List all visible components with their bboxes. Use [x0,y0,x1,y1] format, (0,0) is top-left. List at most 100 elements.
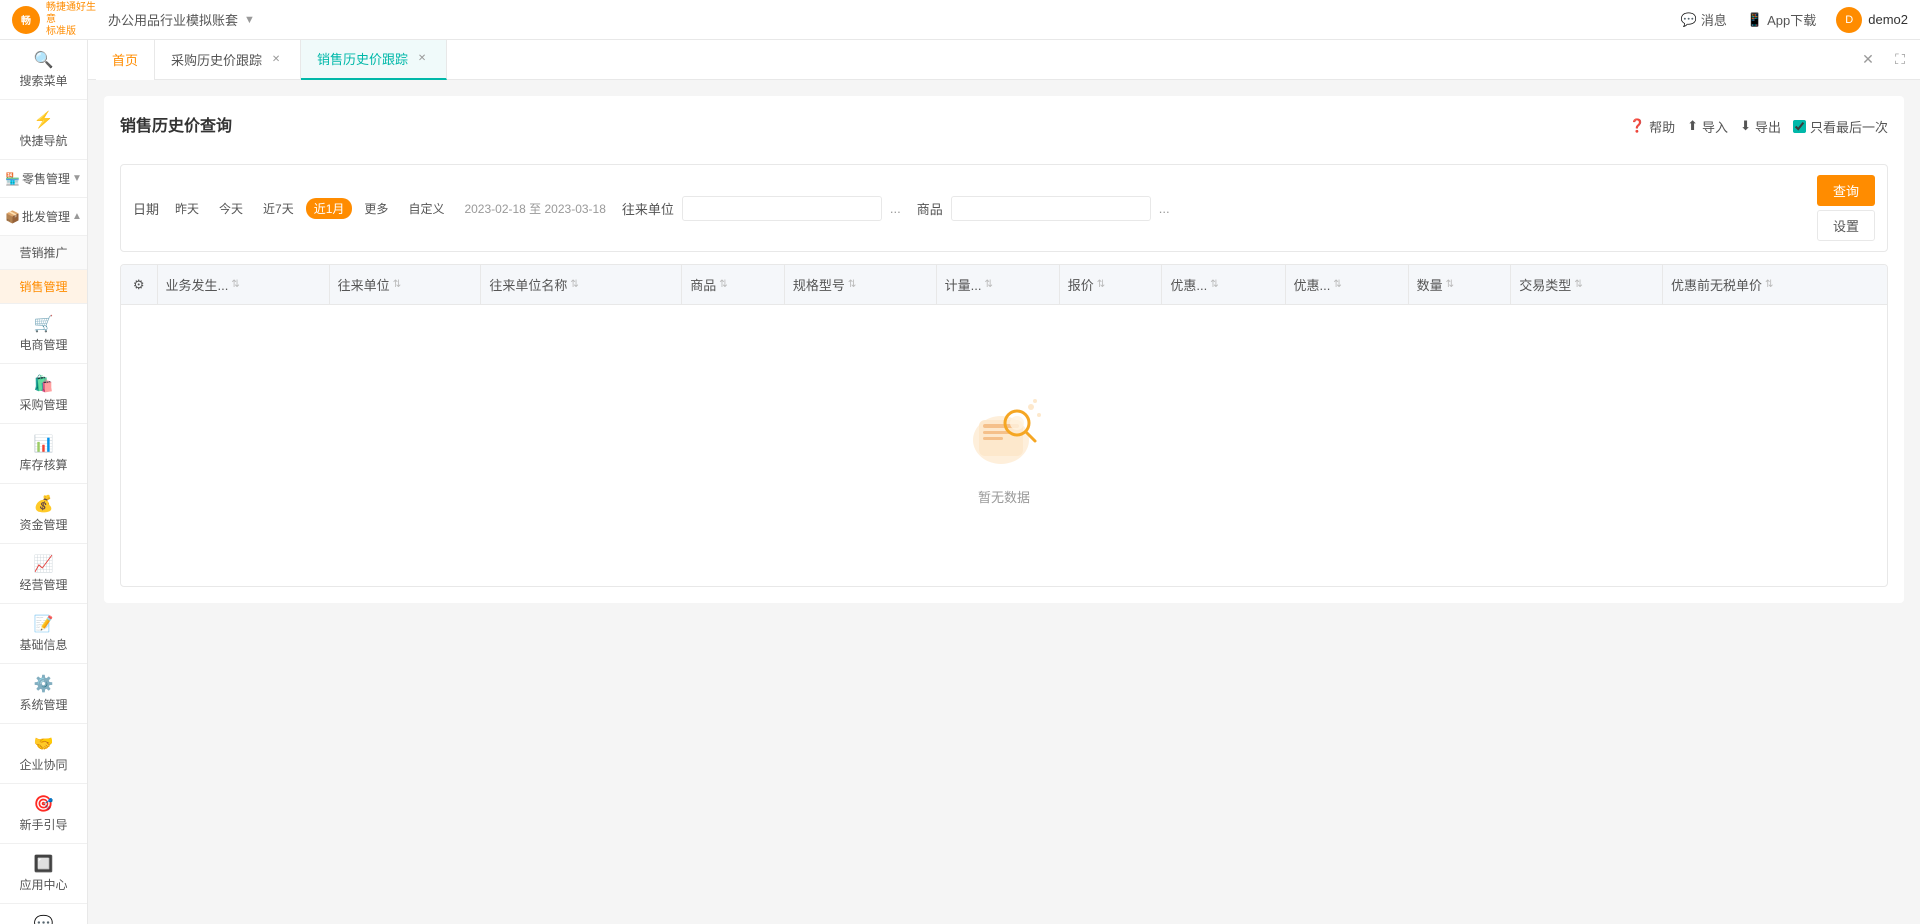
table-header-row: ⚙ 业务发生... ⇅ 往来单 [121,265,1887,305]
sort-icon: ⇅ [1333,279,1341,290]
table-col-product[interactable]: 商品 ⇅ [682,265,785,305]
sidebar-item-ecommerce[interactable]: 🛒 电商管理 [0,304,87,364]
apps-icon: 🔲 [34,854,54,874]
sort-icon: ⇅ [1097,279,1105,290]
sort-icon: ⇅ [1574,279,1582,290]
only-last-checkbox[interactable] [1793,120,1806,133]
sales-history-tab-label: 销售历史价跟踪 [317,49,408,68]
table-col-partner-name[interactable]: 往来单位名称 ⇅ [481,265,682,305]
page-title: 销售历史价查询 [120,112,232,136]
close-all-tabs-button[interactable]: ✕ [1856,48,1880,72]
date-opt-7days[interactable]: 近7天 [255,198,302,219]
only-last-checkbox-label[interactable]: 只看最后一次 [1793,117,1888,136]
partner-filter-dots[interactable]: ... [890,201,901,216]
page-content: 销售历史价查询 ❓ 帮助 ⬆ 导入 ⬇ 导出 [88,80,1920,924]
sidebar-item-sales-mgmt[interactable]: 销售管理 [0,270,87,304]
header-right: 💬 消息 📱 App下载 D demo2 [1681,7,1908,33]
help-button[interactable]: ❓ 帮助 [1629,117,1675,136]
sidebar-item-basic[interactable]: 📝 基础信息 [0,604,87,664]
sidebar-item-label: 新手引导 [19,816,67,833]
product-filter-input[interactable] [951,196,1151,221]
sidebar-item-apps[interactable]: 🔲 应用中心 [0,844,87,904]
sidebar-item-enterprise[interactable]: 🤝 企业协同 [0,724,87,784]
date-opt-1month[interactable]: 近1月 [306,198,353,219]
wechat-icon: 💬 [34,914,54,924]
date-opt-yesterday[interactable]: 昨天 [167,198,207,219]
sidebar-item-inventory[interactable]: 📊 库存核算 [0,424,87,484]
close-sales-history-tab[interactable]: ✕ [414,51,430,67]
enterprise-icon: 🤝 [34,734,54,754]
sort-icon: ⇅ [984,279,992,290]
sort-icon: ⇅ [570,279,578,290]
wholesale-icon: 📦 [5,210,20,224]
app-download-button[interactable]: 📱 App下载 [1747,10,1816,29]
purchase-icon: 🛍️ [34,374,54,394]
sidebar-item-wechat[interactable]: 💬 企业微信 [0,904,87,924]
main-layout: 🔍 搜索菜单 ⚡ 快捷导航 🏪 零售管理 ▼ 📦 批发管理 ▲ 营销推广 销售管… [0,40,1920,924]
table-col-trade-type[interactable]: 交易类型 ⇅ [1511,265,1663,305]
sidebar-item-newbie[interactable]: 🎯 新手引导 [0,784,87,844]
tab-home[interactable]: 首页 [96,40,155,80]
fullscreen-button[interactable]: ⛶ [1888,48,1912,72]
shortcut-icon: ⚡ [34,110,54,130]
message-button[interactable]: 💬 消息 [1681,10,1727,29]
app-selector[interactable]: 办公用品行业模拟账套 ▼ [100,10,1681,29]
data-table: ⚙ 业务发生... ⇅ 往来单 [121,265,1887,586]
close-purchase-history-tab[interactable]: ✕ [268,52,284,68]
date-opt-more[interactable]: 更多 [356,198,396,219]
tab-sales-history[interactable]: 销售历史价跟踪 ✕ [301,40,447,80]
export-button[interactable]: ⬇ 导出 [1740,117,1781,136]
product-filter-dots[interactable]: ... [1159,201,1170,216]
sidebar-item-operations[interactable]: 📈 经营管理 [0,544,87,604]
sidebar-item-marketing[interactable]: 营销推广 [0,236,87,270]
ecommerce-icon: 🛒 [34,314,54,334]
sidebar-item-search[interactable]: 🔍 搜索菜单 [0,40,87,100]
home-tab-label: 首页 [112,50,138,69]
partner-filter-input[interactable] [682,196,882,221]
sidebar-item-purchase[interactable]: 🛍️ 采购管理 [0,364,87,424]
sidebar-item-label: 资金管理 [19,516,67,533]
sidebar-item-label: 库存核算 [19,456,67,473]
finance-icon: 💰 [34,494,54,514]
avatar: D [1836,7,1862,33]
table-col-quote[interactable]: 报价 ⇅ [1059,265,1162,305]
user-area[interactable]: D demo2 [1836,7,1908,33]
sidebar-item-retail[interactable]: 🏪 零售管理 ▼ [0,160,87,198]
table-col-unit[interactable]: 计量... ⇅ [936,265,1059,305]
operations-icon: 📈 [34,554,54,574]
settings-button[interactable]: 设置 [1817,210,1875,241]
sidebar-item-label: 基础信息 [19,636,67,653]
sidebar-item-wholesale[interactable]: 📦 批发管理 ▲ [0,198,87,236]
sidebar-item-label: 经营管理 [19,576,67,593]
sidebar-item-finance[interactable]: 💰 资金管理 [0,484,87,544]
message-icon: 💬 [1681,12,1697,28]
sidebar-item-label: 搜索菜单 [19,72,67,89]
table-col-spec[interactable]: 规格型号 ⇅ [784,265,936,305]
partner-filter-group: 往来单位 ... [622,196,901,221]
product-filter-group: 商品 ... [917,196,1170,221]
top-header: 畅 畅捷通好生意 标准版 办公用品行业模拟账套 ▼ 💬 消息 📱 App下载 D… [0,0,1920,40]
table-col-discount1[interactable]: 优惠... ⇅ [1162,265,1285,305]
settings-gear-icon[interactable]: ⚙ [133,277,145,292]
search-button[interactable]: 查询 [1817,175,1875,206]
chevron-up-icon: ▲ [72,211,82,222]
table-col-biz-date[interactable]: 业务发生... ⇅ [157,265,329,305]
date-opt-custom[interactable]: 自定义 [400,198,452,219]
import-icon: ⬆ [1687,118,1698,134]
logo-icon: 畅 [12,6,40,34]
tab-purchase-history[interactable]: 采购历史价跟踪 ✕ [155,40,301,80]
chevron-down-icon: ▼ [244,14,255,26]
table-col-partner-code[interactable]: 往来单位 ⇅ [329,265,481,305]
sidebar-item-system[interactable]: ⚙️ 系统管理 [0,664,87,724]
table-col-quantity[interactable]: 数量 ⇅ [1408,265,1511,305]
retail-icon: 🏪 [5,172,20,186]
table-col-pretax-price[interactable]: 优惠前无税单价 ⇅ [1663,265,1887,305]
sidebar-item-label: 快捷导航 [19,132,67,149]
sidebar-item-shortcut[interactable]: ⚡ 快捷导航 [0,100,87,160]
date-opt-today[interactable]: 今天 [211,198,251,219]
table-col-settings[interactable]: ⚙ [121,265,157,305]
sidebar-item-label: 采购管理 [19,396,67,413]
table-col-discount2[interactable]: 优惠... ⇅ [1285,265,1408,305]
sort-icon: ⇅ [719,279,727,290]
import-button[interactable]: ⬆ 导入 [1687,117,1728,136]
